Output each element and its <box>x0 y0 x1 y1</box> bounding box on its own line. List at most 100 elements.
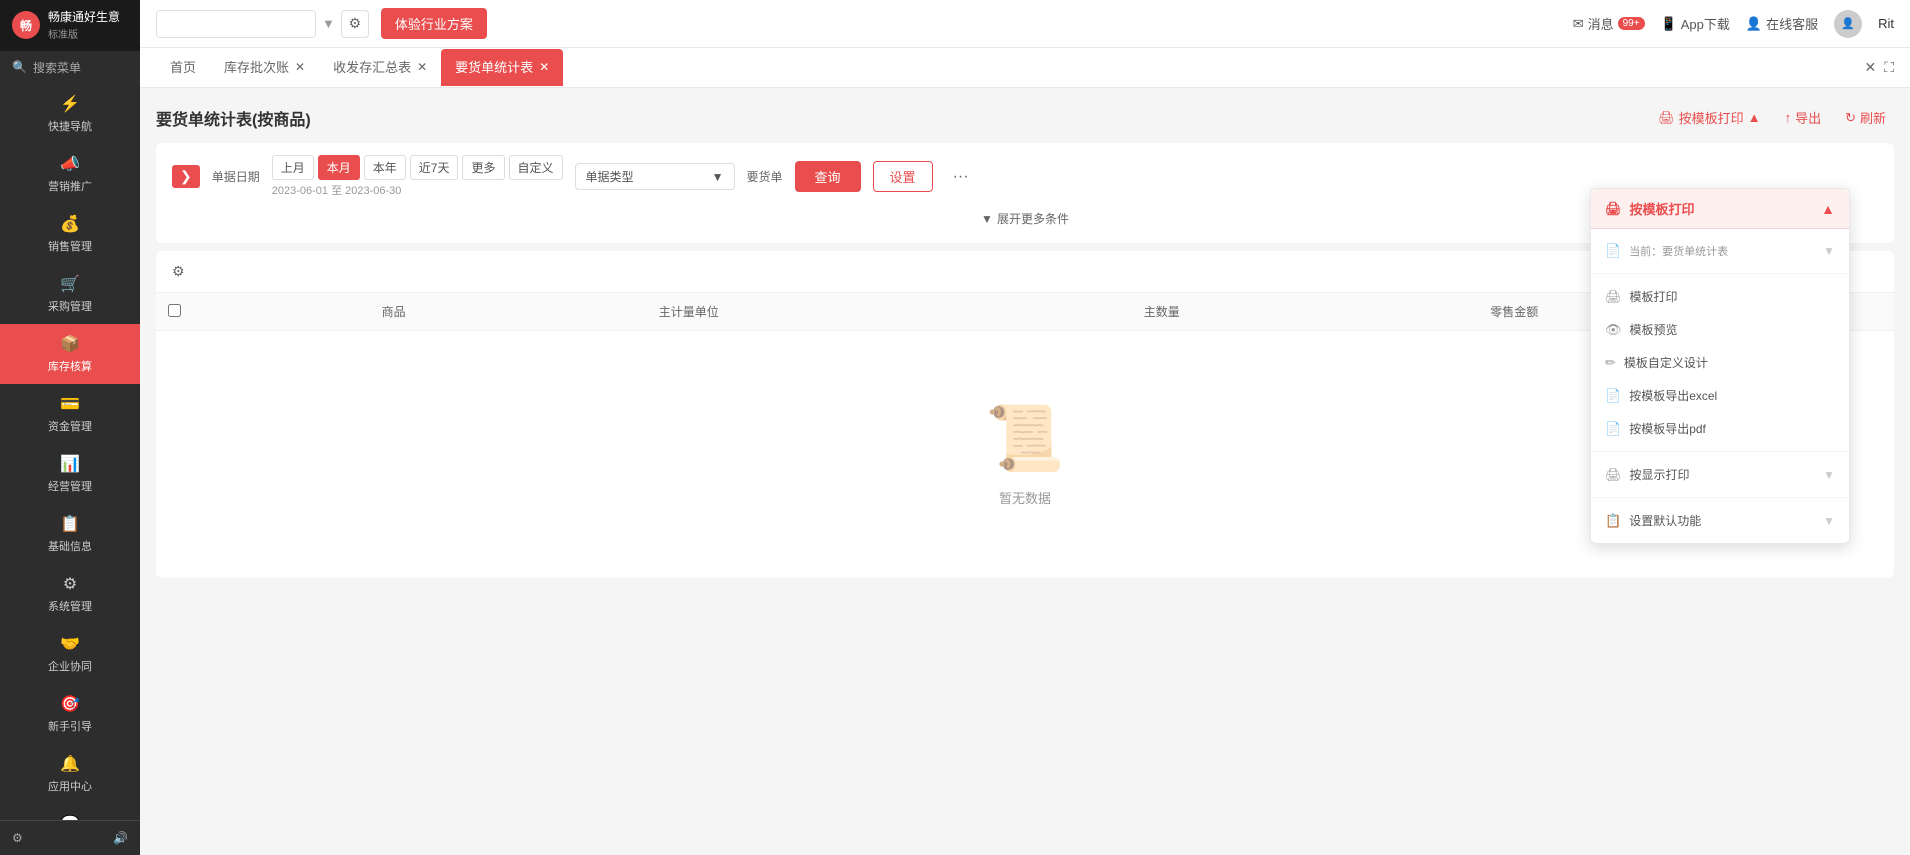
user-name: Rit <box>1878 16 1894 31</box>
export-action-btn[interactable]: ↑ 导出 <box>1777 104 1830 131</box>
filter-expand-arrow[interactable]: ❯ <box>172 165 200 188</box>
date-btn-custom[interactable]: 自定义 <box>509 155 563 180</box>
print-chevron-icon: ▲ <box>1748 110 1761 125</box>
order-type-select[interactable]: 单据类型 ▼ <box>575 163 735 190</box>
sales-icon: 💰 <box>60 214 80 234</box>
sidebar-item-finance[interactable]: 💳 资金管理 <box>0 384 140 444</box>
date-btn-last7days[interactable]: 近7天 <box>410 155 459 180</box>
template-pdf-icon: 📄 <box>1605 421 1621 437</box>
dropdown-item-template-design[interactable]: ✏ 模板自定义设计 <box>1591 346 1849 379</box>
sidebar-item-collab[interactable]: 🤝 企业协同 <box>0 624 140 684</box>
tab-batch-account[interactable]: 库存批次账 ✕ <box>210 49 319 86</box>
set-default-icon: 📋 <box>1605 513 1621 529</box>
dropdown-item-display-print[interactable]: 🖨 按显示打印 ▼ <box>1591 458 1849 491</box>
guide-icon: 🎯 <box>60 694 80 714</box>
date-btn-this-month[interactable]: 本月 <box>318 155 360 180</box>
dropdown-collapse-btn[interactable]: ▲ <box>1821 201 1835 217</box>
dropdown-item-template-print[interactable]: 🖨 模板打印 <box>1591 280 1849 313</box>
sidebar-audio-btn[interactable]: 🔊 <box>113 831 128 845</box>
topbar-search-input[interactable] <box>156 10 316 38</box>
empty-icon: 📜 <box>985 401 1065 476</box>
date-btn-prev-month[interactable]: 上月 <box>272 155 314 180</box>
export-icon: ↑ <box>1785 110 1792 125</box>
query-button[interactable]: 查询 <box>795 161 861 192</box>
more-options-btn[interactable]: ··· <box>945 164 977 190</box>
marketing-icon: 📣 <box>60 154 80 174</box>
sidebar-bottom: ⚙ 🔊 <box>0 820 140 855</box>
collab-icon: 🤝 <box>60 634 80 654</box>
refresh-icon: ↻ <box>1845 110 1856 126</box>
tab-close-batch-account[interactable]: ✕ <box>295 60 305 74</box>
dropdown-item-template-preview[interactable]: 👁 模板预览 <box>1591 313 1849 346</box>
sidebar-item-guide[interactable]: 🎯 新手引导 <box>0 684 140 744</box>
col-unit: 主计量单位 <box>647 293 1132 331</box>
refresh-action-btn[interactable]: ↻ 刷新 <box>1837 104 1894 131</box>
tab-home[interactable]: 首页 <box>156 49 210 86</box>
display-print-arrow: ▼ <box>1823 468 1835 482</box>
messages-action[interactable]: ✉ 消息 99+ <box>1573 14 1645 33</box>
main-content: ▼ ⚙ 体验行业方案 ✉ 消息 99+ 📱 App下载 👤 在线客服 👤 Rit <box>140 0 1910 855</box>
service-icon: 👤 <box>1746 16 1762 32</box>
appstore-icon: 🔔 <box>60 754 80 774</box>
search-icon: 🔍 <box>12 60 27 74</box>
topbar-settings-button[interactable]: ⚙ <box>341 10 369 38</box>
industry-solution-button[interactable]: 体验行业方案 <box>381 8 487 39</box>
app-logo: 畅 畅康通好生意 标准版 <box>0 0 140 51</box>
quick-nav-icon: ⚡ <box>60 94 80 114</box>
sidebar-item-quick-nav[interactable]: ⚡ 快捷导航 <box>0 84 140 144</box>
expand-conditions-btn[interactable]: ▼ 展开更多条件 <box>973 206 1077 231</box>
page-header: 要货单统计表(按商品) 🖨 按模板打印 ▲ ↑ 导出 ↻ 刷新 <box>156 104 1894 131</box>
page-title: 要货单统计表(按商品) <box>156 106 311 130</box>
dropdown-header: 🖨 按模板打印 ▲ <box>1591 189 1849 229</box>
setting-button[interactable]: 设置 <box>873 161 933 192</box>
template-print-icon: 🖨 <box>1605 289 1622 305</box>
window-close-btn[interactable]: ✕ <box>1864 59 1876 76</box>
dropdown-item-template-excel[interactable]: 📄 按模板导出excel <box>1591 379 1849 412</box>
order-qty-label: 要货单 <box>747 168 783 185</box>
date-range-display: 2023-06-01 至 2023-06-30 <box>272 182 563 198</box>
dropdown-item-set-default[interactable]: 📋 设置默认功能 ▼ <box>1591 504 1849 537</box>
sidebar-item-operation[interactable]: 📊 经营管理 <box>0 444 140 504</box>
sidebar-item-wecom[interactable]: 💬 企业微信 <box>0 804 140 820</box>
sidebar-item-marketing[interactable]: 📣 营销推广 <box>0 144 140 204</box>
message-icon: ✉ <box>1573 16 1584 32</box>
tab-close-order-stat[interactable]: ✕ <box>539 60 549 74</box>
dropdown-current-item[interactable]: 📄 当前：要货单统计表 ▼ <box>1591 235 1849 267</box>
dropdown-display-section: 🖨 按显示打印 ▼ <box>1591 452 1849 498</box>
sidebar-item-appstore[interactable]: 🔔 应用中心 <box>0 744 140 804</box>
select-chevron-icon: ▼ <box>712 170 724 184</box>
sidebar-search[interactable]: 🔍 搜索菜单 <box>0 51 140 84</box>
topbar-dropdown-icon[interactable]: ▼ <box>322 16 335 31</box>
window-maximize-btn[interactable]: ⛶ <box>1884 59 1894 76</box>
user-avatar-icon: 👤 <box>1841 17 1855 30</box>
print-dropdown-popup: 🖨 按模板打印 ▲ 📄 当前：要货单统计表 ▼ 🖨 <box>1590 188 1850 544</box>
select-all-checkbox[interactable] <box>168 304 181 317</box>
tab-order-stat[interactable]: 要货单统计表 ✕ <box>441 49 563 86</box>
sidebar-settings-btn[interactable]: ⚙ <box>12 831 23 845</box>
user-avatar[interactable]: 👤 <box>1834 10 1862 38</box>
template-design-icon: ✏ <box>1605 355 1616 371</box>
page-content: 要货单统计表(按商品) 🖨 按模板打印 ▲ ↑ 导出 ↻ 刷新 <box>140 88 1910 855</box>
table-column-settings-btn[interactable]: ⚙ <box>168 259 189 284</box>
online-service-action[interactable]: 👤 在线客服 <box>1746 14 1818 33</box>
basic-icon: 📋 <box>60 514 80 534</box>
print-action-btn[interactable]: 🖨 按模板打印 ▲ <box>1650 104 1768 131</box>
finance-icon: 💳 <box>60 394 80 414</box>
col-product: 商品 <box>370 293 647 331</box>
col-checkbox <box>156 293 370 331</box>
dropdown-item-template-pdf[interactable]: 📄 按模板导出pdf <box>1591 412 1849 445</box>
tab-receipt-summary[interactable]: 收发存汇总表 ✕ <box>319 49 441 86</box>
date-btn-this-year[interactable]: 本年 <box>364 155 406 180</box>
print-icon: 🖨 <box>1658 110 1675 126</box>
sidebar-item-inventory[interactable]: 📦 库存核算 <box>0 324 140 384</box>
date-btn-more[interactable]: 更多 <box>462 155 504 180</box>
dropdown-template-section: 🖨 模板打印 👁 模板预览 ✏ 模板自定义设计 <box>1591 274 1849 452</box>
current-item-icon: 📄 <box>1605 243 1621 259</box>
sidebar-item-system[interactable]: ⚙ 系统管理 <box>0 564 140 624</box>
sidebar-item-sales[interactable]: 💰 销售管理 <box>0 204 140 264</box>
app-download-action[interactable]: 📱 App下载 <box>1661 14 1730 33</box>
default-func-arrow: ▼ <box>1823 514 1835 528</box>
sidebar-item-purchase[interactable]: 🛒 采购管理 <box>0 264 140 324</box>
tab-close-receipt-summary[interactable]: ✕ <box>417 60 427 74</box>
sidebar-item-basic[interactable]: 📋 基础信息 <box>0 504 140 564</box>
